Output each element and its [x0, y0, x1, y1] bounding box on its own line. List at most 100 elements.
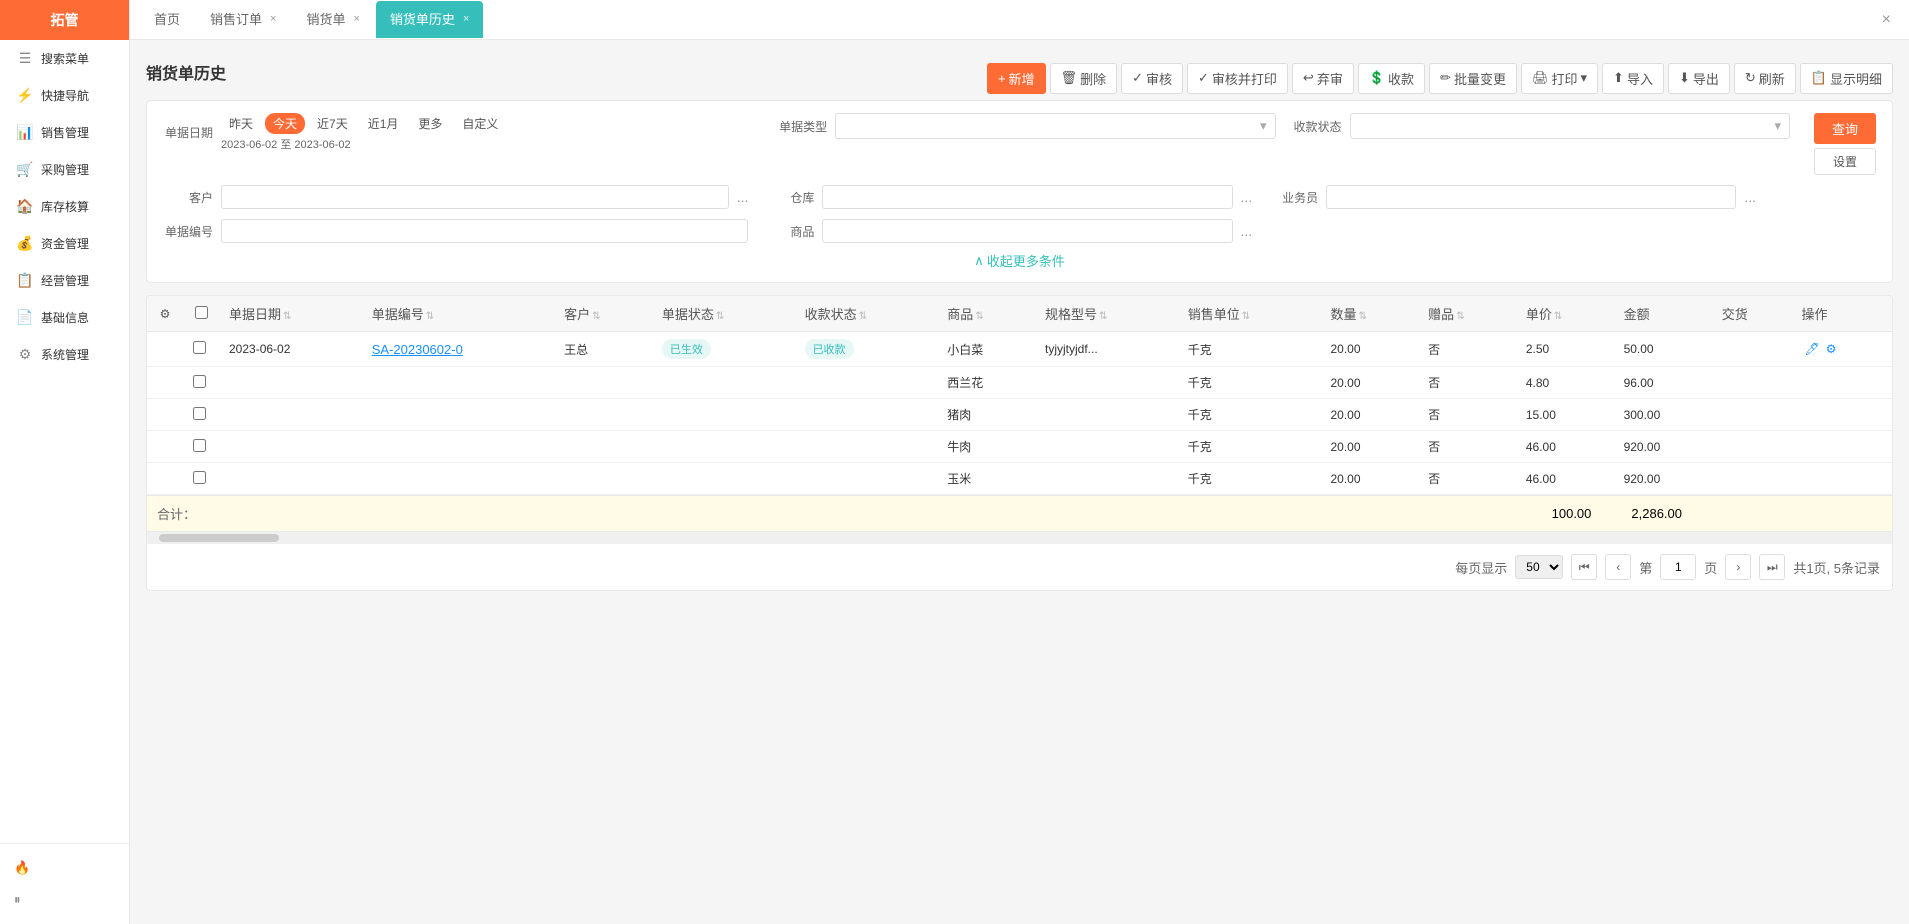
- date-tag-7days[interactable]: 近7天: [309, 113, 356, 134]
- row-docno-3[interactable]: [362, 431, 554, 463]
- add-button[interactable]: + 新增: [987, 63, 1046, 94]
- row-docno-link-0[interactable]: SA-20230602-0: [372, 342, 463, 357]
- sort-docstatus-icon: ⇅: [716, 311, 724, 322]
- date-tag-more[interactable]: 更多: [410, 113, 450, 134]
- col-goods[interactable]: 商品⇅: [937, 296, 1035, 332]
- next-page-btn[interactable]: ›: [1725, 554, 1751, 580]
- warehouse-dots[interactable]: ...: [1241, 189, 1253, 205]
- last-page-btn[interactable]: ⏭: [1759, 554, 1785, 580]
- row-check-2[interactable]: [193, 407, 206, 420]
- sidebar-item-baseinfo[interactable]: 📄 基础信息: [0, 299, 129, 336]
- sidebar-pause-btn[interactable]: ⏸: [0, 884, 129, 916]
- row-checkbox-0[interactable]: [183, 332, 219, 367]
- goods-input[interactable]: [822, 219, 1232, 243]
- row-check-1[interactable]: [193, 375, 206, 388]
- tab-sales-order[interactable]: 销售订单 ×: [196, 1, 290, 38]
- sort-docno-icon: ⇅: [426, 311, 434, 322]
- approve-button[interactable]: ✓ 审核: [1121, 63, 1183, 94]
- row-unit-4: 千克: [1178, 463, 1321, 495]
- col-action-label: 操作: [1801, 307, 1827, 322]
- tab-home[interactable]: 首页: [140, 1, 194, 38]
- docno-input[interactable]: [221, 219, 748, 243]
- delete-button[interactable]: 🗑 删除: [1050, 63, 1118, 94]
- row-checkbox-4[interactable]: [183, 463, 219, 495]
- page-input[interactable]: [1660, 554, 1696, 580]
- goods-dots[interactable]: ...: [1241, 223, 1253, 239]
- col-spec[interactable]: 规格型号⇅: [1035, 296, 1178, 332]
- settings-button[interactable]: 设置: [1814, 148, 1876, 175]
- sidebar-item-sysmgmt[interactable]: ⚙ 系统管理: [0, 336, 129, 373]
- scrollbar-area[interactable]: [147, 531, 1892, 543]
- sidebar-item-quicknav[interactable]: ⚡ 快捷导航: [0, 77, 129, 114]
- col-delivery: 交货: [1712, 296, 1792, 332]
- approve-label: 审核: [1146, 69, 1172, 88]
- customer-dots[interactable]: ...: [737, 189, 749, 205]
- row-docno-1[interactable]: [362, 367, 554, 399]
- first-page-btn[interactable]: ⏮: [1571, 554, 1597, 580]
- date-tag-1month[interactable]: 近1月: [360, 113, 407, 134]
- doc-type-select[interactable]: ▾: [835, 113, 1275, 139]
- tab-sales-history[interactable]: 销货单历史 ×: [376, 1, 483, 38]
- sidebar-item-purchase[interactable]: 🛒 采购管理: [0, 151, 129, 188]
- col-docstatus[interactable]: 单据状态⇅: [652, 296, 795, 332]
- sidebar-item-search[interactable]: ☰ 搜索菜单: [0, 40, 129, 77]
- row-checkbox-1[interactable]: [183, 367, 219, 399]
- collapse-button[interactable]: ∧ 收起更多条件: [974, 251, 1065, 270]
- col-price[interactable]: 单价⇅: [1516, 296, 1614, 332]
- staff-input[interactable]: [1326, 185, 1736, 209]
- row-docno-2[interactable]: [362, 399, 554, 431]
- col-date[interactable]: 单据日期⇅: [219, 296, 362, 332]
- tab-sales-invoice-close[interactable]: ×: [353, 13, 359, 25]
- import-button[interactable]: ⬆ 导入: [1602, 63, 1664, 94]
- warehouse-input[interactable]: [822, 185, 1232, 209]
- select-all-checkbox[interactable]: [195, 306, 208, 319]
- scrollbar-thumb[interactable]: [159, 534, 279, 542]
- col-paystatus[interactable]: 收款状态⇅: [795, 296, 938, 332]
- per-page-select[interactable]: 50: [1515, 555, 1563, 579]
- col-checkbox[interactable]: [183, 296, 219, 332]
- col-customer[interactable]: 客户⇅: [554, 296, 652, 332]
- row-checkbox-3[interactable]: [183, 431, 219, 463]
- col-qty[interactable]: 数量⇅: [1320, 296, 1418, 332]
- collect-button[interactable]: 💲 收款: [1358, 63, 1425, 94]
- close-all-tabs-btn[interactable]: ×: [1874, 11, 1899, 29]
- prev-page-btn[interactable]: ‹: [1605, 554, 1631, 580]
- action-more-0[interactable]: ⚙: [1823, 342, 1840, 356]
- col-gift[interactable]: 赠品⇅: [1418, 296, 1516, 332]
- sort-date-icon: ⇅: [283, 311, 291, 322]
- col-docno[interactable]: 单据编号⇅: [362, 296, 554, 332]
- row-docno-0[interactable]: SA-20230602-0: [362, 332, 554, 367]
- print-button[interactable]: 🖨 打印 ▾: [1521, 63, 1598, 94]
- row-docno-4[interactable]: [362, 463, 554, 495]
- sidebar-item-finance[interactable]: 💰 资金管理: [0, 225, 129, 262]
- unapprove-button[interactable]: ↩ 弃审: [1292, 63, 1354, 94]
- approve-print-button[interactable]: ✓ 审核并打印: [1187, 63, 1288, 94]
- payment-status-select[interactable]: ▾: [1350, 113, 1790, 139]
- tab-sales-order-close[interactable]: ×: [270, 13, 276, 25]
- sidebar-item-sales[interactable]: 📊 销售管理: [0, 114, 129, 151]
- per-page-label: 每页显示: [1455, 558, 1507, 577]
- row-checkbox-2[interactable]: [183, 399, 219, 431]
- export-button[interactable]: ⬇ 导出: [1668, 63, 1730, 94]
- date-tag-yesterday[interactable]: 昨天: [221, 113, 261, 134]
- date-tag-today[interactable]: 今天: [265, 113, 305, 134]
- date-tag-custom[interactable]: 自定义: [454, 113, 506, 134]
- sidebar-fire-btn[interactable]: 🔥: [0, 852, 129, 884]
- action-edit-0[interactable]: 🖊: [1801, 342, 1822, 356]
- tab-sales-invoice[interactable]: 销货单 ×: [292, 1, 373, 38]
- show-detail-button[interactable]: 📋 显示明细: [1800, 63, 1893, 94]
- row-check-3[interactable]: [193, 439, 206, 452]
- customer-input[interactable]: [221, 185, 729, 209]
- query-button[interactable]: 查询: [1814, 113, 1876, 144]
- search-menu-icon: ☰: [17, 51, 33, 67]
- row-check-0[interactable]: [193, 341, 206, 354]
- batch-change-button[interactable]: ✏ 批量变更: [1429, 63, 1517, 94]
- col-unit[interactable]: 销售单位⇅: [1178, 296, 1321, 332]
- refresh-button[interactable]: ↻ 刷新: [1734, 63, 1796, 94]
- sidebar-item-ops[interactable]: 📋 经营管理: [0, 262, 129, 299]
- sidebar-item-inventory[interactable]: 🏠 库存核算: [0, 188, 129, 225]
- tab-sales-history-close[interactable]: ×: [463, 13, 469, 25]
- row-check-4[interactable]: [193, 471, 206, 484]
- staff-dots[interactable]: ...: [1744, 189, 1756, 205]
- col-settings[interactable]: ⚙: [147, 296, 183, 332]
